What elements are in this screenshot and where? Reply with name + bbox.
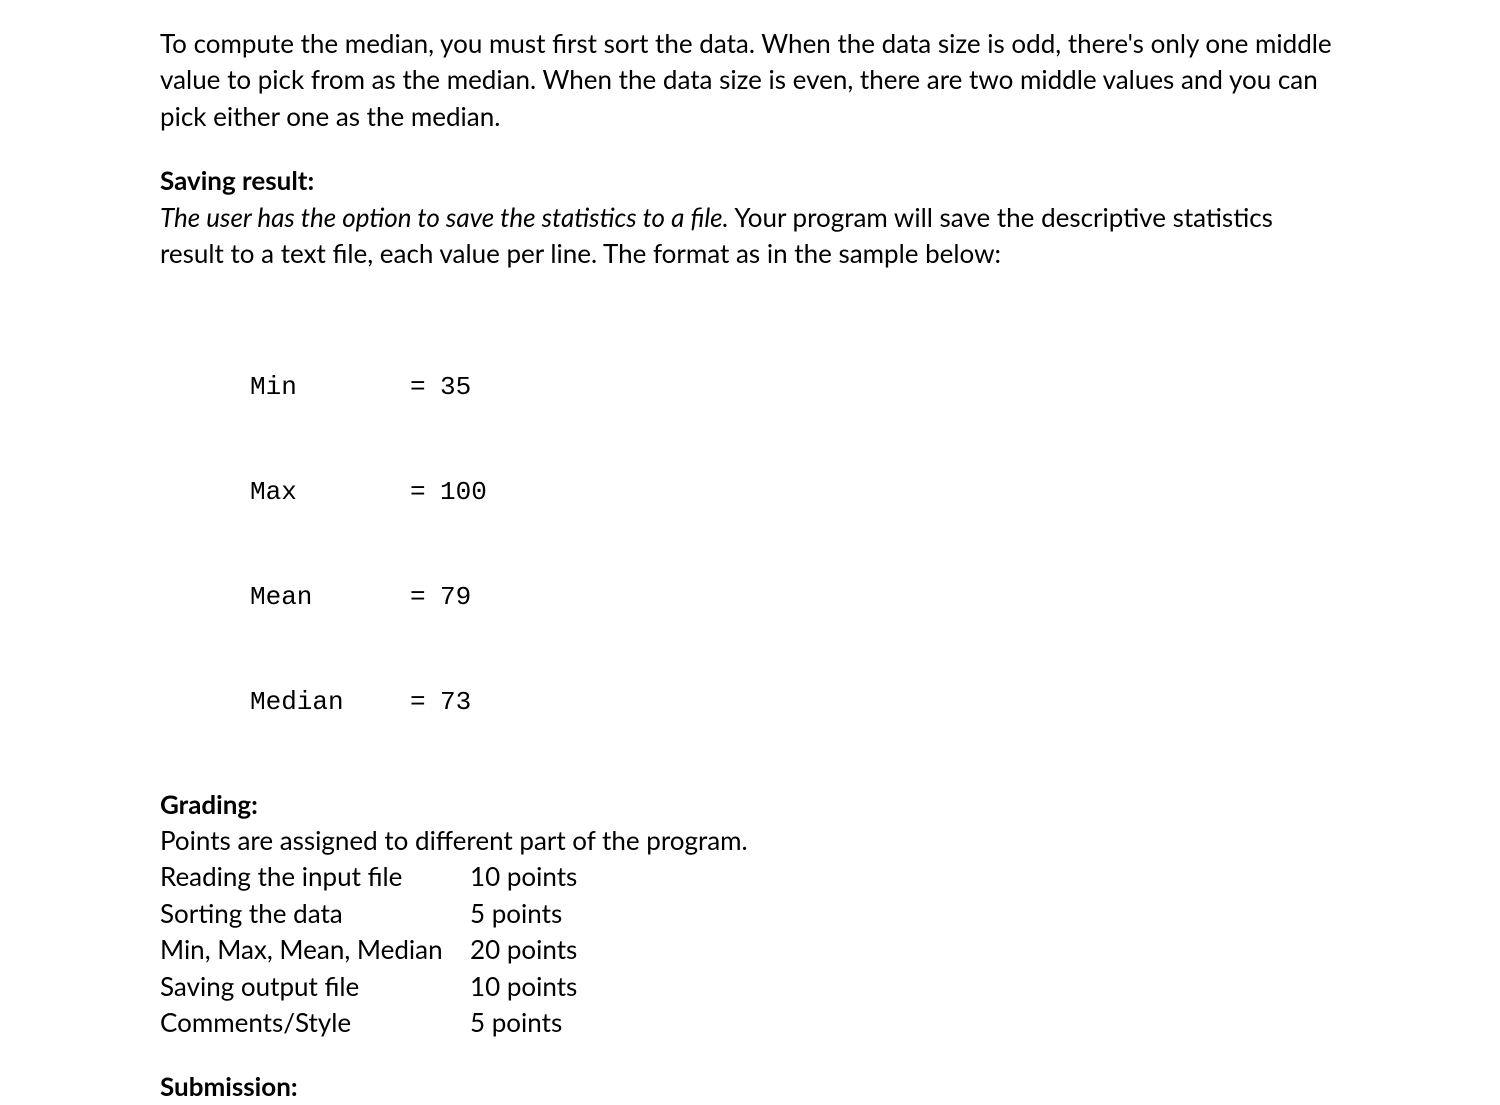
grading-item-label: Comments/Style [160, 1004, 470, 1040]
saving-result-heading: Saving result: [160, 162, 1340, 198]
sample-row: Median=73 [250, 685, 1340, 720]
sample-value: 35 [440, 370, 471, 405]
grading-item-label: Sorting the data [160, 895, 470, 931]
sample-label: Mean [250, 580, 410, 615]
sample-output-block: Min=35 Max=100 Mean=79 Median=73 [250, 299, 1340, 755]
sample-row: Mean=79 [250, 580, 1340, 615]
sample-eq: = [410, 370, 440, 405]
grading-item-label: Min, Max, Mean, Median [160, 931, 470, 967]
sample-eq: = [410, 475, 440, 510]
sample-label: Median [250, 685, 410, 720]
sample-row: Max=100 [250, 475, 1340, 510]
grading-row: Saving output file 10 points [160, 968, 1340, 1004]
sample-row: Min=35 [250, 370, 1340, 405]
saving-result-body: The user has the option to save the stat… [160, 199, 1340, 272]
sample-eq: = [410, 580, 440, 615]
saving-result-section: Saving result: The user has the option t… [160, 162, 1340, 271]
median-paragraph: To compute the median, you must first so… [160, 25, 1340, 134]
grading-section: Grading: Points are assigned to differen… [160, 786, 1340, 1041]
sample-eq: = [410, 685, 440, 720]
saving-result-italic: The user has the option to save the stat… [160, 201, 729, 233]
sample-value: 100 [440, 475, 487, 510]
grading-item-points: 20 points [470, 931, 577, 967]
grading-intro: Points are assigned to different part of… [160, 822, 1340, 858]
grading-item-points: 10 points [470, 858, 577, 894]
grading-row: Min, Max, Mean, Median 20 points [160, 931, 1340, 967]
grading-row: Sorting the data 5 points [160, 895, 1340, 931]
grading-row: Comments/Style 5 points [160, 1004, 1340, 1040]
grading-row: Reading the input file 10 points [160, 858, 1340, 894]
sample-value: 73 [440, 685, 471, 720]
sample-label: Max [250, 475, 410, 510]
sample-value: 79 [440, 580, 471, 615]
grading-item-points: 10 points [470, 968, 577, 1004]
submission-heading: Submission: [160, 1068, 1340, 1104]
grading-item-points: 5 points [470, 1004, 562, 1040]
grading-item-label: Reading the input file [160, 858, 470, 894]
grading-heading: Grading: [160, 786, 1340, 822]
sample-label: Min [250, 370, 410, 405]
grading-item-label: Saving output file [160, 968, 470, 1004]
grading-item-points: 5 points [470, 895, 562, 931]
